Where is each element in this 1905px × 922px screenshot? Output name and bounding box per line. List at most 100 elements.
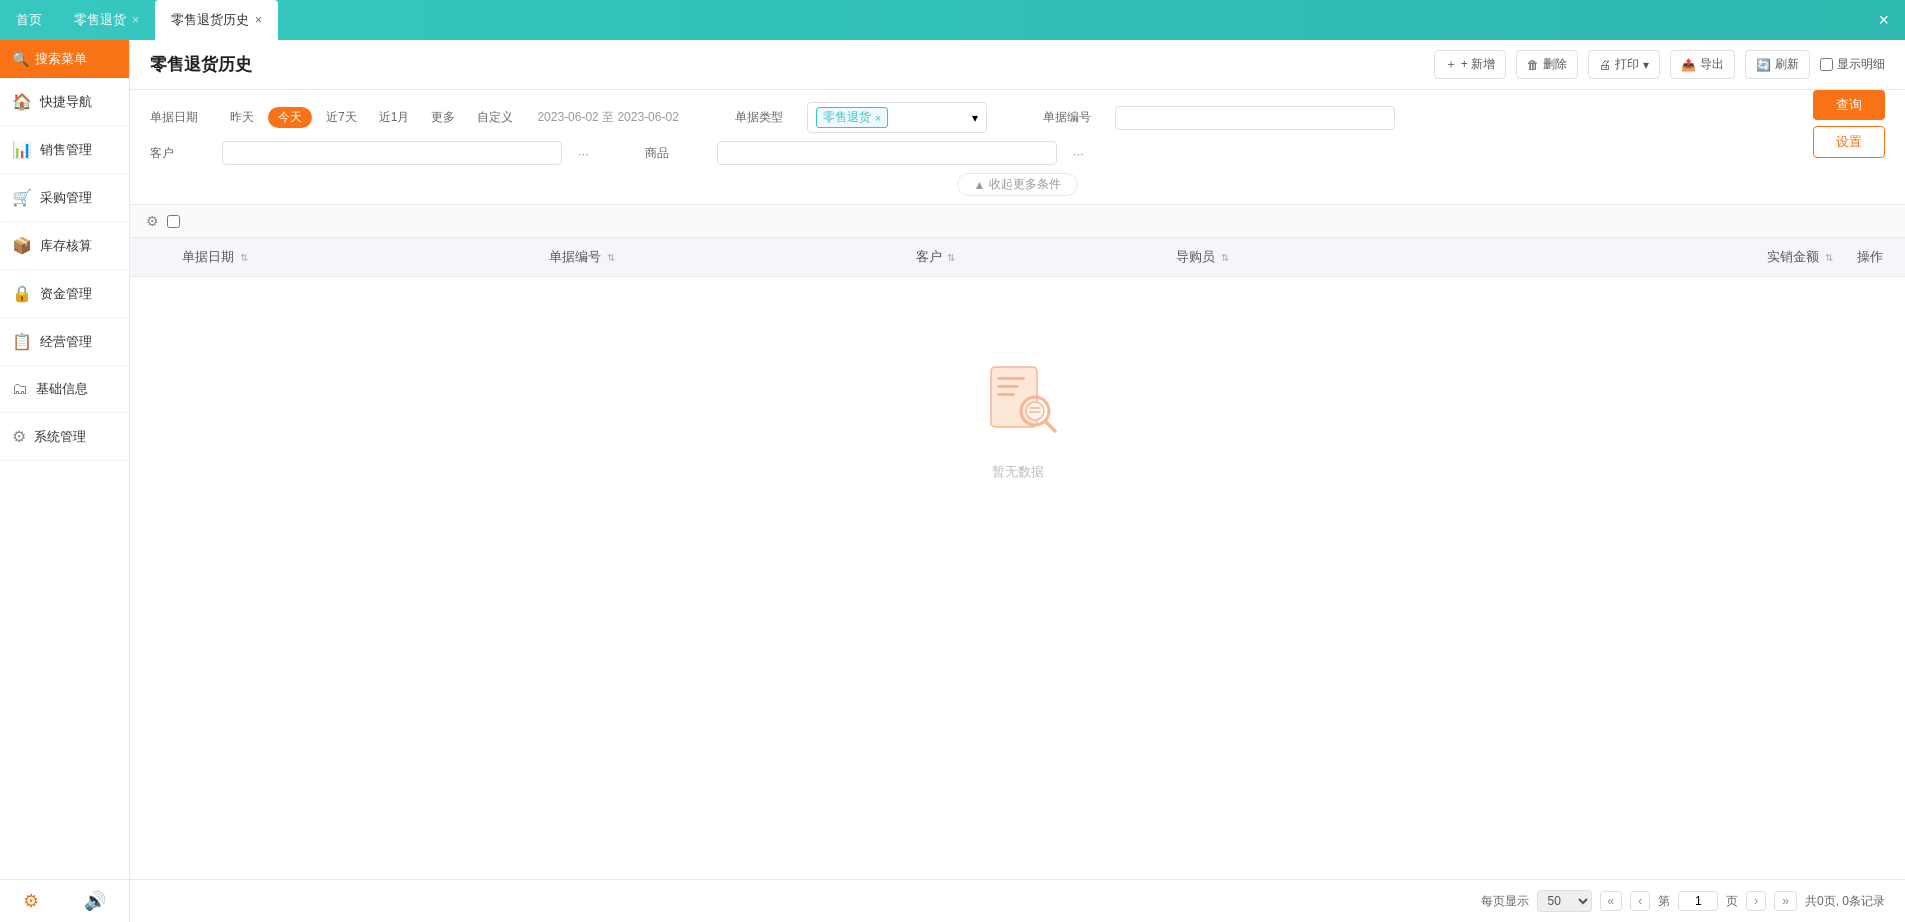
customer-ellipsis[interactable]: ··· (578, 146, 589, 161)
date-opt-today[interactable]: 今天 (268, 107, 312, 128)
sidebar-item-inventory[interactable]: 📦 库存核算 (0, 222, 129, 270)
layout: 🔍 搜索菜单 🏠 快捷导航 📊 销售管理 🛒 采购管理 📦 库存核算 🔒 资金管… (0, 40, 1905, 922)
customer-filter-input[interactable] (222, 141, 562, 165)
svg-point-5 (1026, 402, 1044, 420)
last-page-btn[interactable]: » (1774, 891, 1797, 911)
tab-home[interactable]: 首页 (0, 0, 58, 40)
type-filter-label: 单据类型 (735, 109, 791, 126)
filter-area: 单据日期 昨天 今天 近7天 近1月 更多 自定义 2023-06-02 至 2… (130, 90, 1905, 205)
export-button[interactable]: 📤 导出 (1670, 50, 1735, 79)
data-table: 单据日期 ⇅ 单据编号 ⇅ 客户 ⇅ 导购员 ⇅ (130, 238, 1905, 277)
th-date[interactable]: 单据日期 ⇅ (170, 238, 537, 277)
tab-retail-return[interactable]: 零售退货 × (58, 0, 155, 40)
svg-line-6 (1046, 422, 1055, 431)
page-end-label: 页 (1726, 893, 1738, 910)
svg-rect-1 (997, 377, 1025, 380)
date-range-display: 2023-06-02 至 2023-06-02 (537, 109, 678, 126)
customer-filter-label: 客户 (150, 145, 206, 162)
filter-row-2: 客户 ··· 商品 ··· (150, 141, 1885, 165)
inventory-icon: 📦 (12, 236, 32, 255)
finance-icon: 🔒 (12, 284, 32, 303)
sidebar-item-sales[interactable]: 📊 销售管理 (0, 126, 129, 174)
collapse-button[interactable]: ▲ 收起更多条件 (957, 173, 1079, 196)
tab-retail-return-history-close[interactable]: × (255, 13, 262, 27)
settings-table-icon[interactable]: ⚙ (146, 213, 159, 229)
type-filter-tag: 零售退货 × (816, 107, 888, 128)
th-number[interactable]: 单据编号 ⇅ (537, 238, 904, 277)
filter-row-1: 单据日期 昨天 今天 近7天 近1月 更多 自定义 2023-06-02 至 2… (150, 102, 1885, 133)
tab-retail-return-close[interactable]: × (132, 13, 139, 27)
type-dropdown-icon: ▾ (972, 111, 978, 125)
delete-button[interactable]: 🗑 删除 (1516, 50, 1578, 79)
type-tag-close[interactable]: × (875, 112, 881, 124)
show-detail-checkbox-label[interactable]: 显示明细 (1820, 56, 1885, 73)
sidebar-item-purchase[interactable]: 🛒 采购管理 (0, 174, 129, 222)
sort-number-icon: ⇅ (607, 252, 615, 263)
sidebar-item-basic-info[interactable]: 🗂 基础信息 (0, 366, 129, 413)
filter-date-options: 昨天 今天 近7天 近1月 更多 自定义 (222, 107, 521, 128)
main-content: 零售退货历史 ＋ + 新增 🗑 删除 🖨 打印 ▾ 📤 导出 (130, 40, 1905, 922)
th-amount[interactable]: 实销金额 ⇅ (1478, 238, 1845, 277)
new-button[interactable]: ＋ + 新增 (1434, 50, 1506, 79)
sidebar-item-quick-nav[interactable]: 🏠 快捷导航 (0, 78, 129, 126)
collapse-bar: ▲ 收起更多条件 (150, 173, 1885, 196)
query-button[interactable]: 查询 (1813, 90, 1885, 120)
prev-page-btn[interactable]: ‹ (1630, 891, 1650, 911)
tab-retail-return-history[interactable]: 零售退货历史 × (155, 0, 278, 40)
svg-rect-3 (997, 393, 1015, 396)
th-guide[interactable]: 导购员 ⇅ (1164, 238, 1478, 277)
sales-icon: 📊 (12, 140, 32, 159)
sidebar-item-system[interactable]: ⚙ 系统管理 (0, 413, 129, 461)
refresh-button[interactable]: 🔄 刷新 (1745, 50, 1810, 79)
sidebar-bottom: ⚙ 🔊 (0, 879, 129, 922)
total-info: 共0页, 0条记录 (1805, 893, 1885, 910)
table-area: ⚙ 单据日期 ⇅ 单据编号 ⇅ (130, 205, 1905, 879)
date-opt-7days[interactable]: 近7天 (318, 107, 365, 128)
sidebar: 🔍 搜索菜单 🏠 快捷导航 📊 销售管理 🛒 采购管理 📦 库存核算 🔒 资金管… (0, 40, 130, 922)
number-filter-input[interactable] (1115, 106, 1395, 130)
first-page-btn[interactable]: « (1600, 891, 1623, 911)
purchase-icon: 🛒 (12, 188, 32, 207)
goods-filter-label: 商品 (645, 145, 701, 162)
home-icon: 🏠 (12, 92, 32, 111)
system-icon: ⚙ (12, 427, 26, 446)
date-opt-custom[interactable]: 自定义 (469, 107, 521, 128)
settings-bottom-icon[interactable]: ⚙ (23, 890, 39, 912)
refresh-icon: 🔄 (1756, 58, 1771, 72)
empty-icon (973, 357, 1063, 447)
page-size-select[interactable]: 50 100 200 (1537, 890, 1592, 912)
sidebar-item-operation[interactable]: 📋 经营管理 (0, 318, 129, 366)
page-input[interactable] (1678, 891, 1718, 911)
speaker-icon[interactable]: 🔊 (84, 890, 106, 912)
print-dropdown-icon: ▾ (1643, 58, 1649, 72)
th-customer[interactable]: 客户 ⇅ (904, 238, 1164, 277)
date-opt-1month[interactable]: 近1月 (371, 107, 418, 128)
page-title: 零售退货历史 (150, 53, 252, 76)
th-action: 操作 (1845, 238, 1905, 277)
goods-ellipsis[interactable]: ··· (1073, 146, 1084, 161)
print-button[interactable]: 🖨 打印 ▾ (1588, 50, 1660, 79)
date-opt-yesterday[interactable]: 昨天 (222, 107, 262, 128)
empty-text: 暂无数据 (992, 463, 1044, 481)
select-all-checkbox[interactable] (167, 215, 180, 228)
header-actions: ＋ + 新增 🗑 删除 🖨 打印 ▾ 📤 导出 🔄 (1434, 50, 1885, 79)
sort-guide-icon: ⇅ (1221, 252, 1229, 263)
operation-icon: 📋 (12, 332, 32, 351)
next-page-btn[interactable]: › (1746, 891, 1766, 911)
show-detail-checkbox[interactable] (1820, 58, 1833, 71)
date-opt-more[interactable]: 更多 (423, 107, 463, 128)
plus-icon: ＋ (1445, 56, 1457, 73)
settings-button[interactable]: 设置 (1813, 126, 1885, 158)
sort-amount-icon: ⇅ (1825, 252, 1833, 263)
sidebar-item-finance[interactable]: 🔒 资金管理 (0, 270, 129, 318)
table-toolbar: ⚙ (130, 205, 1905, 238)
type-filter-select[interactable]: 零售退货 × ▾ (807, 102, 987, 133)
query-settings-buttons: 查询 设置 (1813, 90, 1885, 158)
window-close-button[interactable]: × (1862, 10, 1905, 31)
th-checkbox (130, 238, 170, 277)
svg-rect-2 (997, 385, 1019, 388)
export-icon: 📤 (1681, 58, 1696, 72)
goods-filter-input[interactable] (717, 141, 1057, 165)
sidebar-search[interactable]: 🔍 搜索菜单 (0, 40, 129, 78)
page-label: 第 (1658, 893, 1670, 910)
